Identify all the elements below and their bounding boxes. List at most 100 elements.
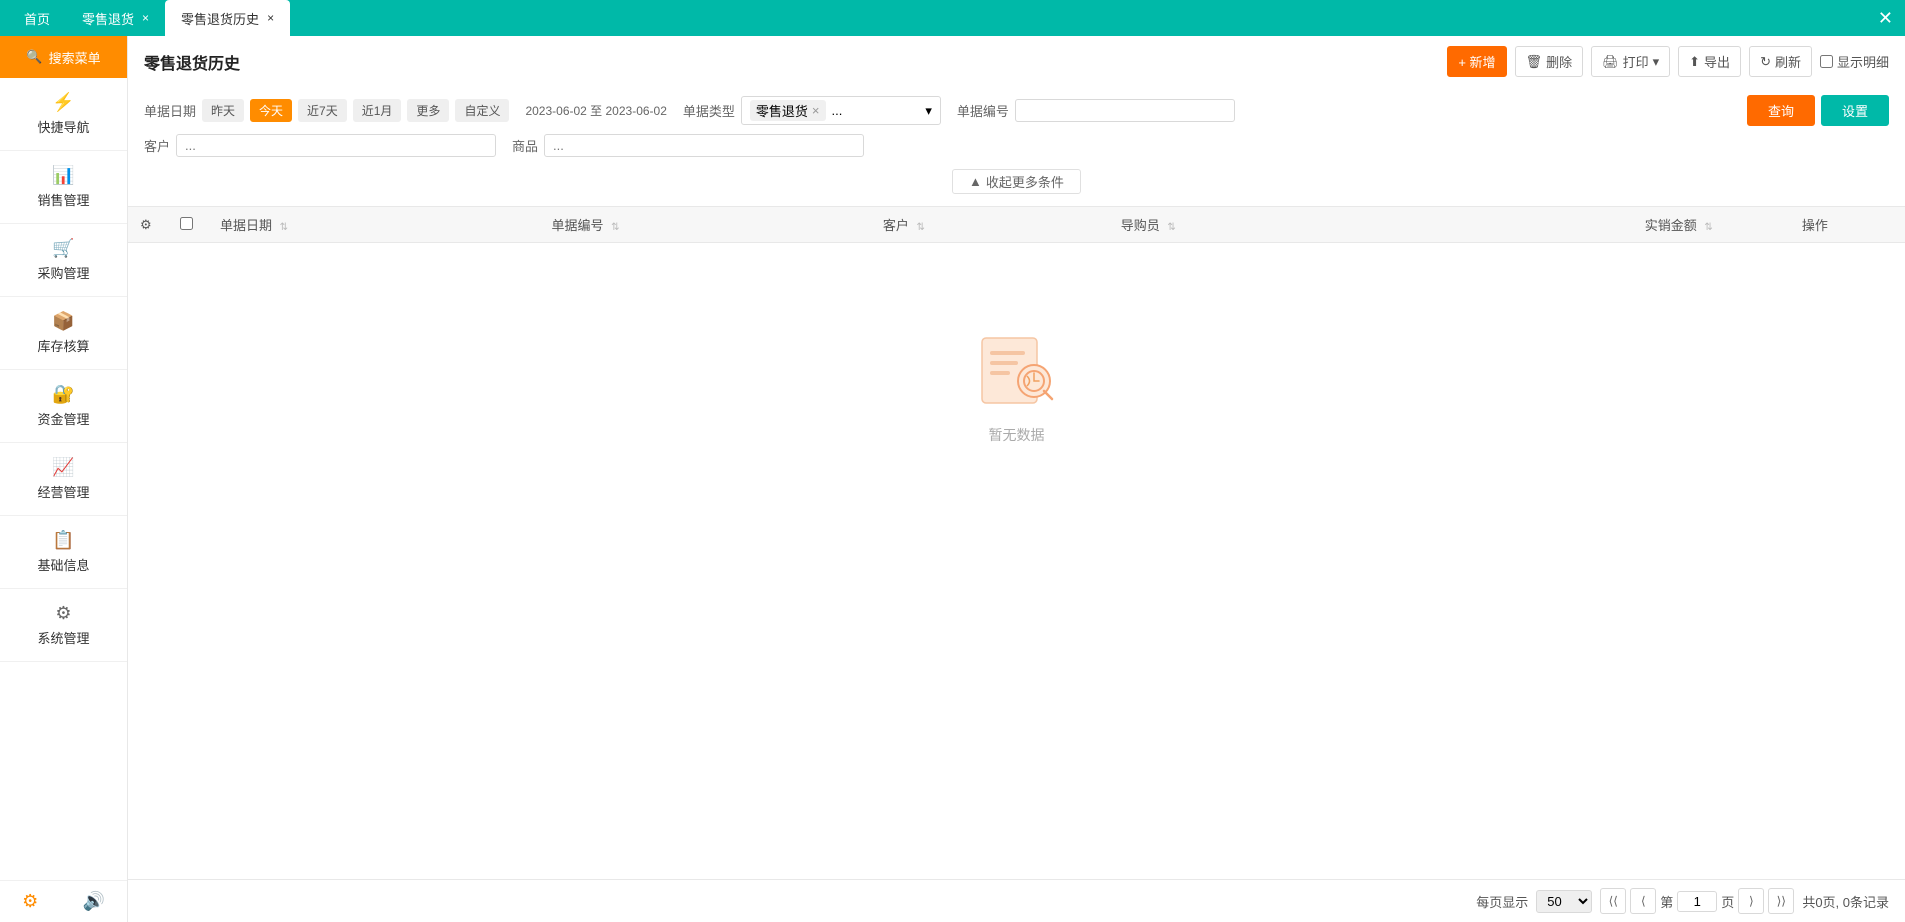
refresh-button[interactable]: ↻ 刷新 (1749, 46, 1812, 77)
page-summary: 共0页, 0条记录 (1802, 892, 1889, 911)
sidebar-item-system-mgmt[interactable]: ⚙ 系统管理 (0, 589, 127, 662)
voucher-no-input[interactable] (1015, 99, 1235, 122)
sidebar-item-inventory-label: 库存核算 (37, 336, 89, 355)
data-table: ⚙ 单据日期 ⇅ 单据编号 ⇅ (128, 207, 1905, 243)
th-customer-sort-icon: ⇅ (917, 222, 925, 233)
next-page-btn[interactable]: ⟩ (1738, 888, 1764, 914)
quick-nav-icon: ⚡ (52, 92, 74, 113)
first-page-btn[interactable]: ⟨⟨ (1600, 888, 1626, 914)
select-all-checkbox[interactable] (180, 217, 193, 230)
per-page-select[interactable]: 20 50 100 (1536, 890, 1592, 913)
sidebar-item-purchase-mgmt[interactable]: 🛒 采购管理 (0, 224, 127, 297)
tab-retail-return-history[interactable]: 零售退货历史 × (165, 0, 290, 36)
action-buttons: 查询 设置 (1747, 95, 1889, 126)
sidebar-item-sales-mgmt-label: 销售管理 (37, 190, 89, 209)
tab-retail-return-close[interactable]: × (142, 11, 149, 25)
show-detail-checkbox[interactable] (1820, 55, 1833, 68)
print-icon: 🖨 (1602, 54, 1619, 70)
tab-home-label: 首页 (24, 9, 50, 28)
table-container: ⚙ 单据日期 ⇅ 单据编号 ⇅ (128, 207, 1905, 879)
inventory-icon: 📦 (52, 311, 74, 332)
sales-mgmt-icon: 📊 (52, 165, 74, 186)
page-input[interactable] (1677, 891, 1717, 912)
print-label: 打印 (1623, 52, 1649, 71)
page-header: 零售退货历史 + 新增 🗑 删除 🖨 打印 ▾ ⬆ 导出 (128, 36, 1905, 207)
show-detail-checkbox-label[interactable]: 显示明细 (1820, 52, 1889, 71)
delete-icon: 🗑 (1526, 54, 1543, 70)
voucher-type-tag-close[interactable]: × (812, 103, 820, 118)
collapse-up-icon: ▲ (969, 174, 982, 189)
goods-label: 商品 (512, 136, 538, 155)
th-action: 操作 (1725, 207, 1905, 243)
sidebar-item-finance[interactable]: 🔐 资金管理 (0, 370, 127, 443)
settings-button[interactable]: 设置 (1821, 95, 1889, 126)
tab-retail-return[interactable]: 零售退货 × (66, 0, 165, 36)
purchase-mgmt-icon: 🛒 (52, 238, 74, 259)
toolbar: + 新增 🗑 删除 🖨 打印 ▾ ⬆ 导出 ↻ (1447, 46, 1889, 77)
sidebar-item-basic-info[interactable]: 📋 基础信息 (0, 516, 127, 589)
sidebar-item-operations[interactable]: 📈 经营管理 (0, 443, 127, 516)
th-no-sort-icon: ⇅ (611, 222, 619, 233)
customer-input[interactable] (176, 134, 496, 157)
top-bar: 首页 零售退货 × 零售退货历史 × ✕ (0, 0, 1905, 36)
print-dropdown-icon: ▾ (1653, 54, 1660, 70)
th-date[interactable]: 单据日期 ⇅ (208, 207, 539, 243)
date-range-display: 2023-06-02 至 2023-06-02 (525, 102, 666, 119)
print-button[interactable]: 🖨 打印 ▾ (1591, 46, 1670, 77)
sidebar-item-sales-mgmt[interactable]: 📊 销售管理 (0, 151, 127, 224)
refresh-icon: ↻ (1760, 54, 1771, 70)
voucher-type-label: 单据类型 (683, 101, 735, 120)
last1month-btn[interactable]: 近1月 (353, 99, 402, 122)
export-button[interactable]: ⬆ 导出 (1678, 46, 1741, 77)
customer-filter-item: 客户 (144, 134, 496, 157)
collapse-button[interactable]: ▲ 收起更多条件 (952, 169, 1081, 194)
goods-input[interactable] (544, 134, 864, 157)
th-amount[interactable]: 实销金额 ⇅ (1393, 207, 1724, 243)
empty-icon (972, 323, 1062, 413)
sidebar-item-quick-nav[interactable]: ⚡ 快捷导航 (0, 78, 127, 151)
new-button[interactable]: + 新增 (1447, 46, 1506, 77)
page-label: 第 (1660, 892, 1673, 911)
th-guide-label: 导购员 (1121, 218, 1160, 233)
sidebar-item-basic-info-label: 基础信息 (37, 555, 89, 574)
prev-page-btn[interactable]: ⟨ (1630, 888, 1656, 914)
delete-label: 删除 (1546, 52, 1572, 71)
sidebar-item-inventory[interactable]: 📦 库存核算 (0, 297, 127, 370)
last7days-btn[interactable]: 近7天 (298, 99, 347, 122)
basic-info-icon: 📋 (52, 530, 74, 551)
settings-icon[interactable]: ⚙ (22, 891, 38, 912)
export-label: 导出 (1704, 52, 1730, 71)
last-page-btn[interactable]: ⟩⟩ (1768, 888, 1794, 914)
voucher-no-label: 单据编号 (957, 101, 1009, 120)
page-unit: 页 (1721, 892, 1734, 911)
goods-filter-item: 商品 (512, 134, 864, 157)
column-settings-icon[interactable]: ⚙ (140, 217, 152, 232)
custom-btn[interactable]: 自定义 (455, 99, 509, 122)
sidebar-search-label: 搜索菜单 (49, 48, 101, 67)
empty-state: 暂无数据 (128, 243, 1905, 525)
voucher-type-select[interactable]: 零售退货 × ... ▾ (741, 96, 941, 125)
sidebar-search[interactable]: 🔍 搜索菜单 (0, 36, 127, 78)
sidebar-item-system-mgmt-label: 系统管理 (37, 628, 89, 647)
window-close-button[interactable]: ✕ (1878, 8, 1905, 29)
more-btn[interactable]: 更多 (407, 99, 449, 122)
yesterday-btn[interactable]: 昨天 (202, 99, 244, 122)
query-button[interactable]: 查询 (1747, 95, 1815, 126)
th-action-label: 操作 (1802, 218, 1828, 233)
today-btn[interactable]: 今天 (250, 99, 292, 122)
th-amount-label: 实销金额 (1645, 218, 1697, 233)
th-customer[interactable]: 客户 ⇅ (871, 207, 1109, 243)
th-amount-sort-icon: ⇅ (1704, 222, 1712, 233)
tab-retail-return-label: 零售退货 (82, 9, 134, 28)
sidebar-item-operations-label: 经营管理 (37, 482, 89, 501)
voucher-type-tag-text: 零售退货 (756, 101, 808, 120)
tab-retail-return-history-close[interactable]: × (267, 11, 274, 25)
th-guide[interactable]: 导购员 ⇅ (1109, 207, 1394, 243)
customer-label: 客户 (144, 136, 170, 155)
tab-home[interactable]: 首页 (8, 0, 66, 36)
th-settings: ⚙ (128, 207, 168, 243)
volume-icon[interactable]: 🔊 (82, 891, 104, 912)
delete-button[interactable]: 🗑 删除 (1515, 46, 1584, 77)
collapse-row: ▲ 收起更多条件 (144, 165, 1889, 202)
th-no[interactable]: 单据编号 ⇅ (539, 207, 870, 243)
